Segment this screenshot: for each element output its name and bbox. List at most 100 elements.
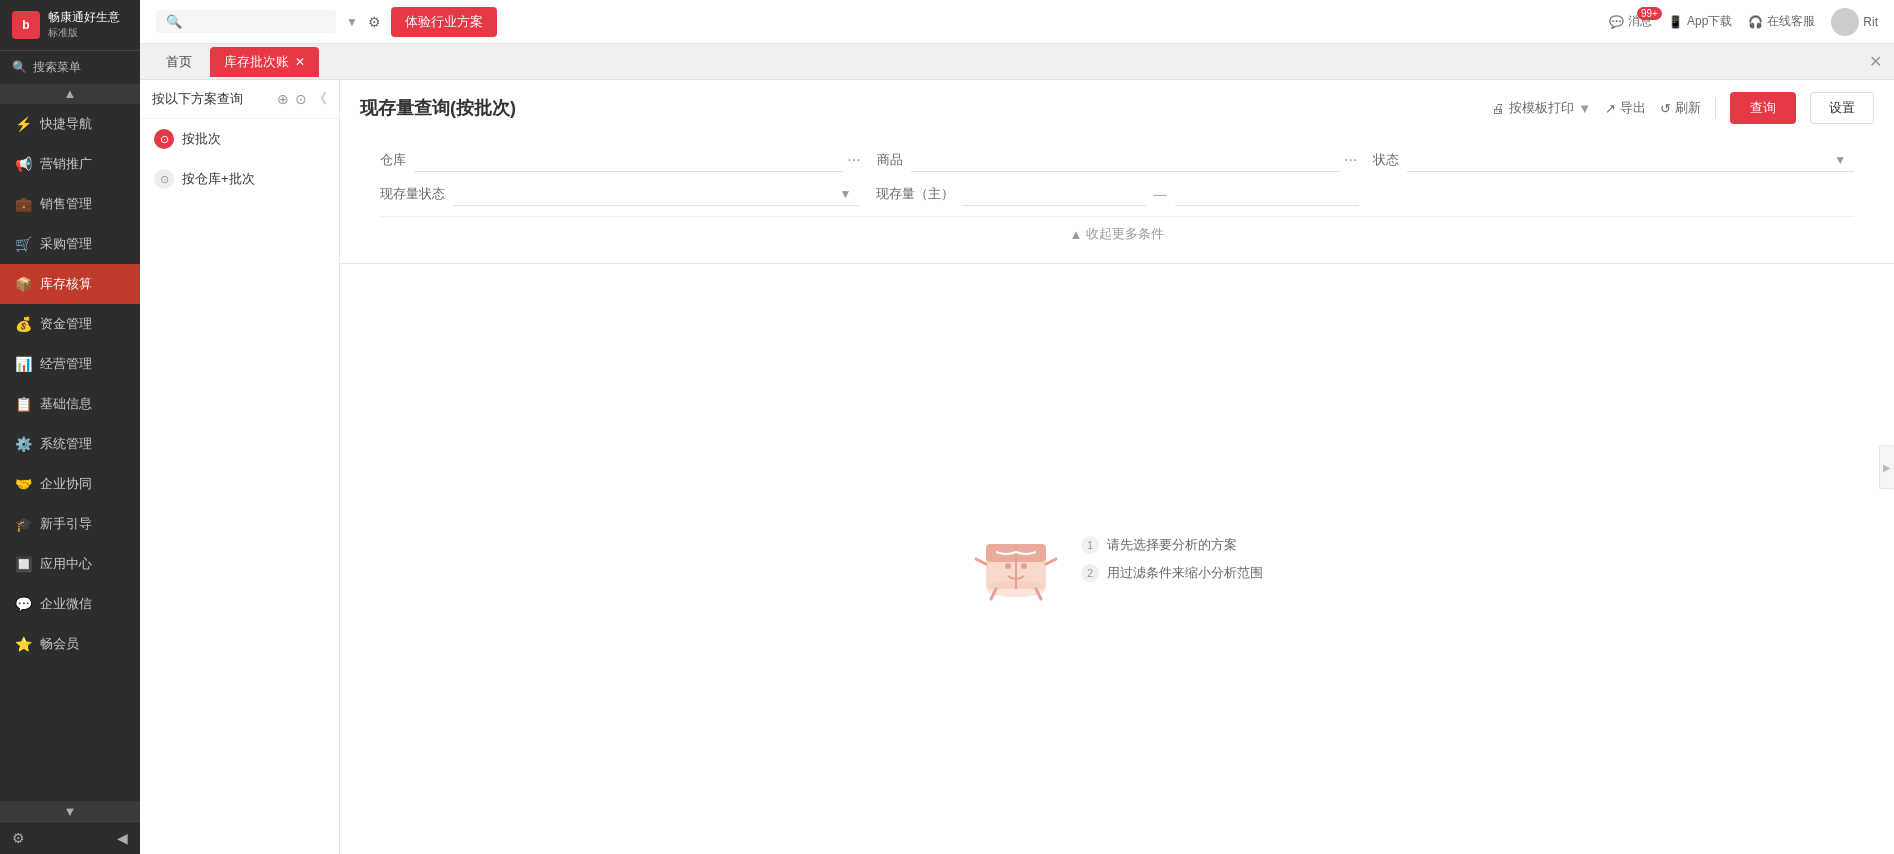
sidebar-item-marketing[interactable]: 📢 营销推广 [0, 144, 140, 184]
export-btn[interactable]: ↗ 导出 [1605, 99, 1646, 117]
sidebar-item-ops[interactable]: 📊 经营管理 [0, 344, 140, 384]
app-download-btn[interactable]: 📱 App下载 [1668, 13, 1732, 30]
sidebar-scroll-down[interactable]: ▼ [0, 801, 140, 821]
tab-inventory-batch[interactable]: 库存批次账 ✕ [210, 47, 319, 77]
scheme-warehouse-batch[interactable]: ⊙ 按仓库+批次 [140, 159, 339, 199]
collapse-panel-icon[interactable]: 《 [313, 90, 327, 108]
print-icon: 🖨 [1492, 101, 1505, 116]
query-btn[interactable]: 查询 [1730, 92, 1796, 124]
topbar-search-input[interactable] [188, 15, 308, 29]
filter-warehouse: 仓库 ··· [380, 148, 861, 172]
warehouse-input[interactable] [414, 148, 843, 172]
tab-home[interactable]: 首页 [152, 47, 206, 77]
app-logo: b [12, 11, 40, 39]
inventory-icon: 📦 [14, 275, 32, 293]
sidebar-item-finance[interactable]: 💰 资金管理 [0, 304, 140, 344]
stock-status-select[interactable]: ▼ [453, 183, 860, 206]
collapse-btn[interactable]: ▲ 收起更多条件 [380, 216, 1854, 251]
page-header: 现存量查询(按批次) 🖨 按模板打印 ▼ ↗ 导出 ↺ [340, 80, 1894, 264]
add-scheme-icon[interactable]: ⊕ [277, 91, 289, 107]
experience-btn[interactable]: 体验行业方案 [391, 7, 497, 37]
right-panel-handle[interactable]: ▶ [1879, 445, 1894, 490]
sidebar-item-inventory[interactable]: 📦 库存核算 [0, 264, 140, 304]
search-icon: 🔍 [12, 60, 27, 74]
warehouse-dots[interactable]: ··· [847, 151, 860, 169]
sidebar-item-label: 应用中心 [40, 555, 92, 573]
svg-line-7 [1046, 559, 1056, 564]
stock-qty-max-input[interactable] [1175, 182, 1359, 206]
sidebar-item-label: 资金管理 [40, 315, 92, 333]
scheme-batch[interactable]: ⊙ 按批次 [140, 119, 339, 159]
sidebar-item-system[interactable]: ⚙️ 系统管理 [0, 424, 140, 464]
sidebar-item-purchase[interactable]: 🛒 采购管理 [0, 224, 140, 264]
marketing-icon: 📢 [14, 155, 32, 173]
sidebar-item-quick-nav[interactable]: ⚡ 快捷导航 [0, 104, 140, 144]
refresh-btn[interactable]: ↺ 刷新 [1660, 99, 1701, 117]
svg-line-6 [976, 559, 986, 564]
sidebar-item-collab[interactable]: 🤝 企业协同 [0, 464, 140, 504]
empty-steps: 1 请先选择要分析的方案 2 用过滤条件来缩小分析范围 [1081, 536, 1263, 582]
stock-qty-label: 现存量（主） [876, 185, 954, 203]
tab-close-icon[interactable]: ✕ [295, 55, 305, 69]
sidebar-search[interactable]: 🔍 搜索菜单 [0, 51, 140, 84]
sidebar-item-apps[interactable]: 🔲 应用中心 [0, 544, 140, 584]
sidebar-item-sales[interactable]: 💼 销售管理 [0, 184, 140, 224]
settings-btn[interactable]: 设置 [1810, 92, 1874, 124]
topbar-gear-icon[interactable]: ⚙ [368, 14, 381, 30]
settings-scheme-icon[interactable]: ⊙ [295, 91, 307, 107]
search-label: 搜索菜单 [33, 59, 81, 76]
purchase-icon: 🛒 [14, 235, 32, 253]
stock-status-chevron-icon: ▼ [840, 187, 852, 201]
system-icon: ⚙️ [14, 435, 32, 453]
sidebar-scroll-up[interactable]: ▲ [0, 84, 140, 104]
quick-nav-icon: ⚡ [14, 115, 32, 133]
message-btn[interactable]: 💬 消息 99+ [1609, 13, 1652, 30]
sidebar: b 畅康通好生意 标准版 🔍 搜索菜单 ▲ ⚡ 快捷导航 📢 营销推广 💼 销售… [0, 0, 140, 854]
topbar-right: 💬 消息 99+ 📱 App下载 🎧 在线客服 Rit [1609, 8, 1878, 36]
stock-status-label: 现存量状态 [380, 185, 445, 203]
collapse-label: 收起更多条件 [1086, 225, 1164, 243]
topbar-search-icon: 🔍 [166, 14, 182, 29]
topbar-search-box[interactable]: 🔍 [156, 10, 336, 33]
print-btn[interactable]: 🖨 按模板打印 ▼ [1492, 99, 1591, 117]
sidebar-item-label: 企业微信 [40, 595, 92, 613]
empty-step-1-text: 请先选择要分析的方案 [1107, 536, 1237, 554]
user-profile[interactable]: Rit [1831, 8, 1878, 36]
sales-icon: 💼 [14, 195, 32, 213]
tabbar: 首页 库存批次账 ✕ ✕ [140, 44, 1894, 80]
basic-icon: 📋 [14, 395, 32, 413]
filter-row-2: 现存量状态 ▼ 现存量（主） — [380, 182, 1854, 206]
message-badge: 99+ [1637, 7, 1662, 20]
empty-step-2: 2 用过滤条件来缩小分析范围 [1081, 564, 1263, 582]
side-panel-title: 按以下方案查询 [152, 90, 243, 108]
sidebar-item-wechat[interactable]: 💬 企业微信 [0, 584, 140, 624]
export-label: 导出 [1620, 99, 1646, 117]
print-chevron-icon[interactable]: ▼ [1578, 101, 1591, 116]
empty-step-2-text: 用过滤条件来缩小分析范围 [1107, 564, 1263, 582]
sidebar-item-label: 营销推广 [40, 155, 92, 173]
product-dots[interactable]: ··· [1344, 151, 1357, 169]
sidebar-item-label: 快捷导航 [40, 115, 92, 133]
app-download-label: App下载 [1687, 13, 1732, 30]
main-area: 🔍 ▼ ⚙ 体验行业方案 💬 消息 99+ 📱 App下载 🎧 在线客服 Rit [140, 0, 1894, 854]
close-all-icon[interactable]: ✕ [1869, 52, 1882, 71]
scheme-warehouse-batch-label: 按仓库+批次 [182, 170, 255, 188]
online-service-btn[interactable]: 🎧 在线客服 [1748, 13, 1815, 30]
collapse-icon[interactable]: ◀ [117, 830, 128, 846]
stock-qty-min-input[interactable] [962, 182, 1146, 206]
sidebar-item-basic[interactable]: 📋 基础信息 [0, 384, 140, 424]
filter-stock-qty: 现存量（主） — [876, 182, 1359, 206]
filter-stock-status: 现存量状态 ▼ [380, 183, 860, 206]
topbar-dropdown-icon[interactable]: ▼ [346, 15, 358, 29]
settings-icon[interactable]: ⚙ [12, 830, 25, 846]
status-select[interactable]: ▼ [1407, 149, 1854, 172]
sidebar-item-newbie[interactable]: 🎓 新手引导 [0, 504, 140, 544]
svg-point-5 [1021, 563, 1027, 569]
sidebar-item-member[interactable]: ⭐ 畅会员 [0, 624, 140, 664]
scheme-batch-icon: ⊙ [154, 129, 174, 149]
side-panel-header: 按以下方案查询 ⊕ ⊙ 《 [140, 80, 339, 119]
sidebar-item-label: 基础信息 [40, 395, 92, 413]
sidebar-item-label: 销售管理 [40, 195, 92, 213]
svg-point-4 [1005, 563, 1011, 569]
product-input[interactable] [911, 148, 1340, 172]
